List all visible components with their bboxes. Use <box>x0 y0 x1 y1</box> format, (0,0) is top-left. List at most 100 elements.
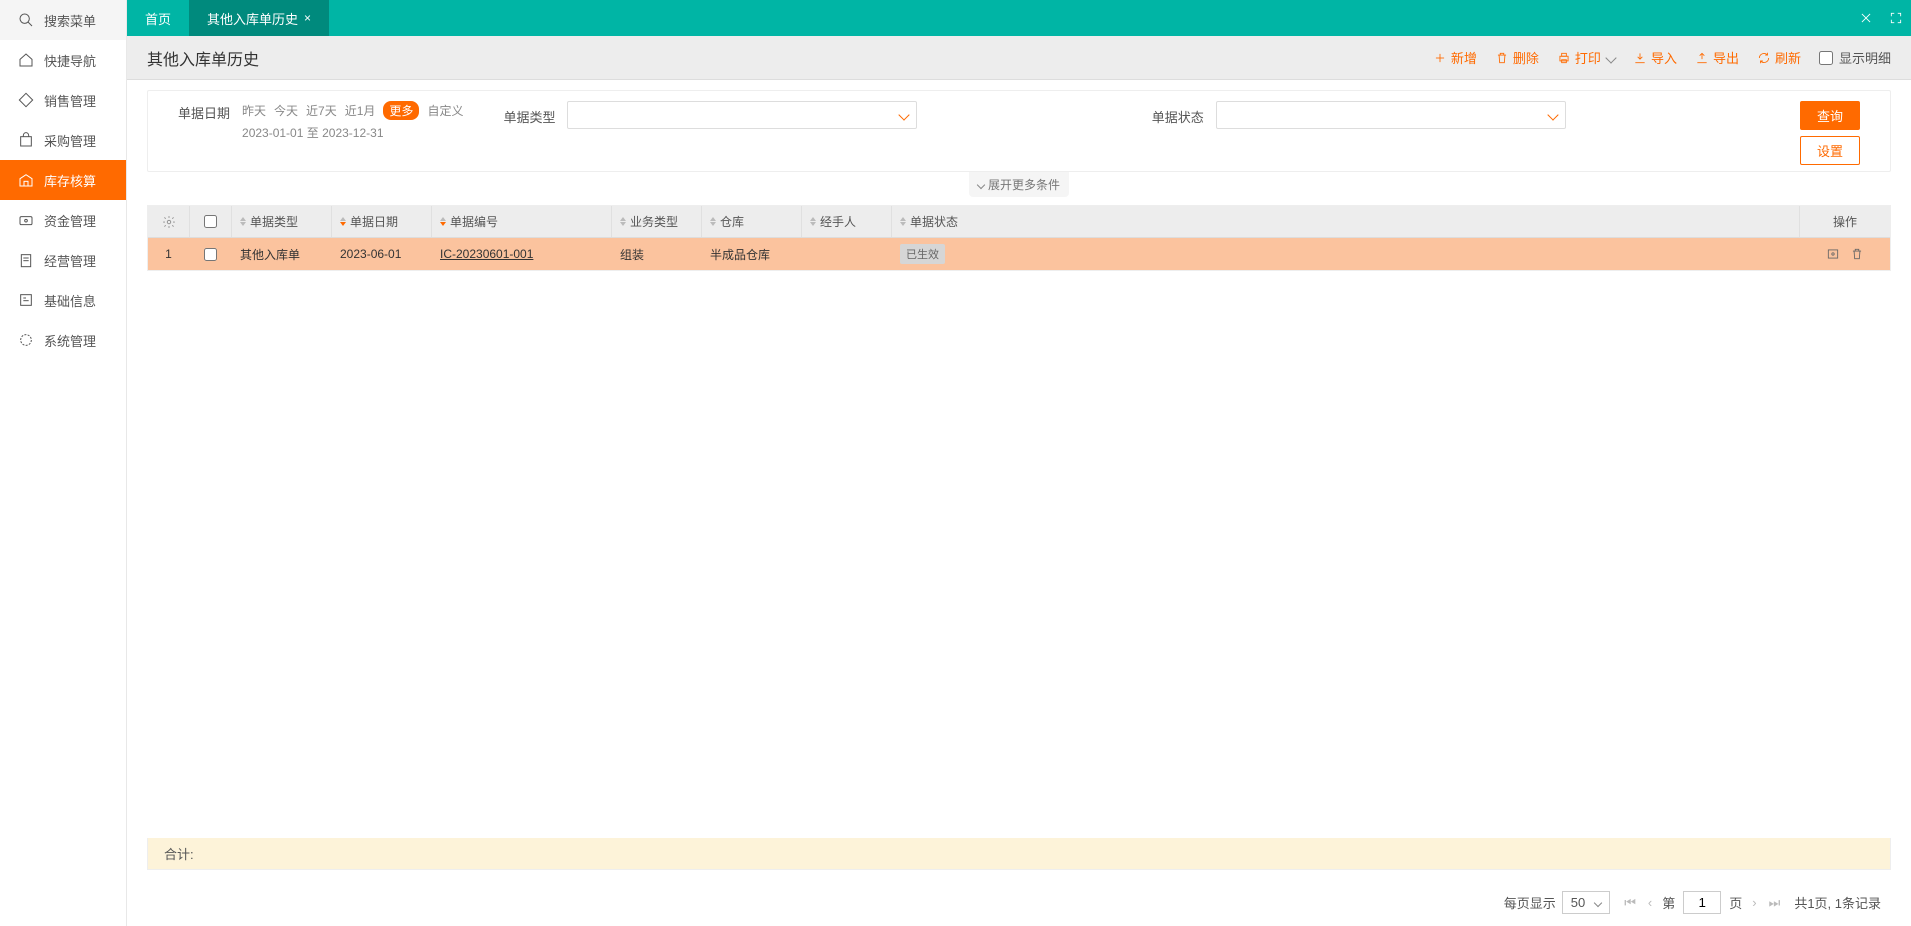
cell-ops <box>1800 238 1890 270</box>
info-icon <box>18 292 34 308</box>
export-button[interactable]: 导出 <box>1695 48 1739 67</box>
cell-warehouse: 半成品仓库 <box>702 238 802 270</box>
action-label: 删除 <box>1513 48 1539 67</box>
shortcut-yesterday[interactable]: 昨天 <box>242 102 266 119</box>
sidebar-item-system[interactable]: 系统管理 <box>0 320 126 360</box>
fullscreen-button[interactable] <box>1881 0 1911 36</box>
page-suffix: 页 <box>1729 893 1742 912</box>
cell-handler <box>802 238 892 270</box>
import-icon <box>1633 51 1647 65</box>
add-button[interactable]: 新增 <box>1433 48 1477 67</box>
last-page-button[interactable]: ⏭ <box>1767 893 1783 913</box>
shortcut-7days[interactable]: 近7天 <box>306 102 337 119</box>
sidebar-item-basic[interactable]: 基础信息 <box>0 280 126 320</box>
show-detail-toggle[interactable]: 显示明细 <box>1819 48 1891 67</box>
shortcut-custom[interactable]: 自定义 <box>427 102 463 119</box>
sidebar-item-label: 经营管理 <box>44 251 96 270</box>
delete-icon[interactable] <box>1850 247 1864 261</box>
select-all-checkbox[interactable] <box>204 215 217 228</box>
filter-date-label: 单据日期 <box>178 101 230 122</box>
sidebar-item-search[interactable]: 搜索菜单 <box>0 0 126 40</box>
shortcut-1month[interactable]: 近1月 <box>345 102 376 119</box>
column-settings[interactable] <box>148 206 190 237</box>
page-prefix: 第 <box>1662 893 1675 912</box>
settings-button[interactable]: 设置 <box>1800 136 1860 165</box>
filter-panel: 单据日期 昨天 今天 近7天 近1月 更多 自定义 2023 <box>147 90 1891 172</box>
table-row[interactable]: 1 其他入库单 2023-06-01 IC-20230601-001 组装 半成… <box>148 238 1890 270</box>
trash-icon <box>1495 51 1509 65</box>
select-all[interactable] <box>190 206 232 237</box>
column-warehouse[interactable]: 仓库 <box>702 206 802 237</box>
column-date[interactable]: 单据日期 <box>332 206 432 237</box>
column-handler[interactable]: 经手人 <box>802 206 892 237</box>
cell-type: 其他入库单 <box>232 238 332 270</box>
gear-icon <box>162 215 176 229</box>
close-all-button[interactable] <box>1851 0 1881 36</box>
x-icon <box>1859 11 1873 25</box>
column-type[interactable]: 单据类型 <box>232 206 332 237</box>
sidebar-item-inventory[interactable]: 库存核算 <box>0 160 126 200</box>
expand-label: 展开更多条件 <box>988 176 1060 193</box>
column-biz[interactable]: 业务类型 <box>612 206 702 237</box>
tab-home[interactable]: 首页 <box>127 0 189 36</box>
doc-status-select[interactable] <box>1216 101 1566 129</box>
date-from: 2023-01-01 <box>242 126 303 140</box>
date-to: 2023-12-31 <box>322 126 383 140</box>
date-sep: 至 <box>307 126 319 140</box>
action-label: 刷新 <box>1775 48 1801 67</box>
import-button[interactable]: 导入 <box>1633 48 1677 67</box>
page-size-select[interactable]: 50 <box>1562 891 1610 914</box>
chevron-down-icon <box>1605 52 1616 63</box>
sidebar-item-funds[interactable]: 资金管理 <box>0 200 126 240</box>
cell-status: 已生效 <box>892 238 1800 270</box>
doc-type-select[interactable] <box>567 101 917 129</box>
refresh-icon <box>1757 51 1771 65</box>
chevron-down-icon <box>899 109 910 120</box>
first-page-button[interactable]: ⏮ <box>1622 893 1638 913</box>
sidebar-item-business[interactable]: 经营管理 <box>0 240 126 280</box>
expand-conditions-button[interactable]: 展开更多条件 <box>969 171 1069 197</box>
tab-inbound-history[interactable]: 其他入库单历史 × <box>189 0 329 36</box>
sidebar-item-label: 资金管理 <box>44 211 96 230</box>
data-table: 单据类型 单据日期 单据编号 业务类型 仓库 经手人 单据状态 操作 1 其他入… <box>147 205 1891 271</box>
sidebar-item-label: 搜索菜单 <box>44 11 96 30</box>
query-button[interactable]: 查询 <box>1800 101 1860 130</box>
shortcut-today[interactable]: 今天 <box>274 102 298 119</box>
fullscreen-icon <box>1889 11 1903 25</box>
sidebar-item-label: 销售管理 <box>44 91 96 110</box>
column-no[interactable]: 单据编号 <box>432 206 612 237</box>
page-input[interactable] <box>1683 891 1721 914</box>
delete-button[interactable]: 删除 <box>1495 48 1539 67</box>
clipboard-icon <box>18 252 34 268</box>
shortcut-more[interactable]: 更多 <box>383 101 419 120</box>
filter-doc-type: 单据类型 <box>503 101 1111 129</box>
prev-page-button[interactable]: ‹ <box>1646 893 1654 912</box>
row-checkbox[interactable] <box>204 248 217 261</box>
sidebar-item-label: 采购管理 <box>44 131 96 150</box>
sidebar-item-sales[interactable]: 销售管理 <box>0 80 126 120</box>
action-label: 导出 <box>1713 48 1739 67</box>
column-status[interactable]: 单据状态 <box>892 206 1800 237</box>
date-range: 2023-01-01 至 2023-12-31 <box>242 124 463 141</box>
show-detail-checkbox[interactable] <box>1819 51 1833 65</box>
sidebar-item-label: 快捷导航 <box>44 51 96 70</box>
next-page-button[interactable]: › <box>1750 893 1758 912</box>
summary-row: 合计: <box>147 838 1891 870</box>
home-icon <box>18 52 34 68</box>
header-actions: 新增 删除 打印 导入 导出 <box>1433 48 1891 67</box>
doc-no-link[interactable]: IC-20230601-001 <box>440 247 533 261</box>
cell-date: 2023-06-01 <box>332 238 432 270</box>
sidebar-item-quicknav[interactable]: 快捷导航 <box>0 40 126 80</box>
close-icon[interactable]: × <box>304 11 311 25</box>
pagination-total: 共1页, 1条记录 <box>1794 893 1881 912</box>
sidebar-item-label: 库存核算 <box>44 171 96 190</box>
page-size-value: 50 <box>1571 895 1585 910</box>
row-select[interactable] <box>190 238 232 270</box>
view-icon[interactable] <box>1826 247 1840 261</box>
print-button[interactable]: 打印 <box>1557 48 1615 67</box>
sidebar-item-purchase[interactable]: 采购管理 <box>0 120 126 160</box>
table-header: 单据类型 单据日期 单据编号 业务类型 仓库 经手人 单据状态 操作 <box>148 206 1890 238</box>
summary-label: 合计: <box>164 844 194 863</box>
refresh-button[interactable]: 刷新 <box>1757 48 1801 67</box>
bag-icon <box>18 132 34 148</box>
